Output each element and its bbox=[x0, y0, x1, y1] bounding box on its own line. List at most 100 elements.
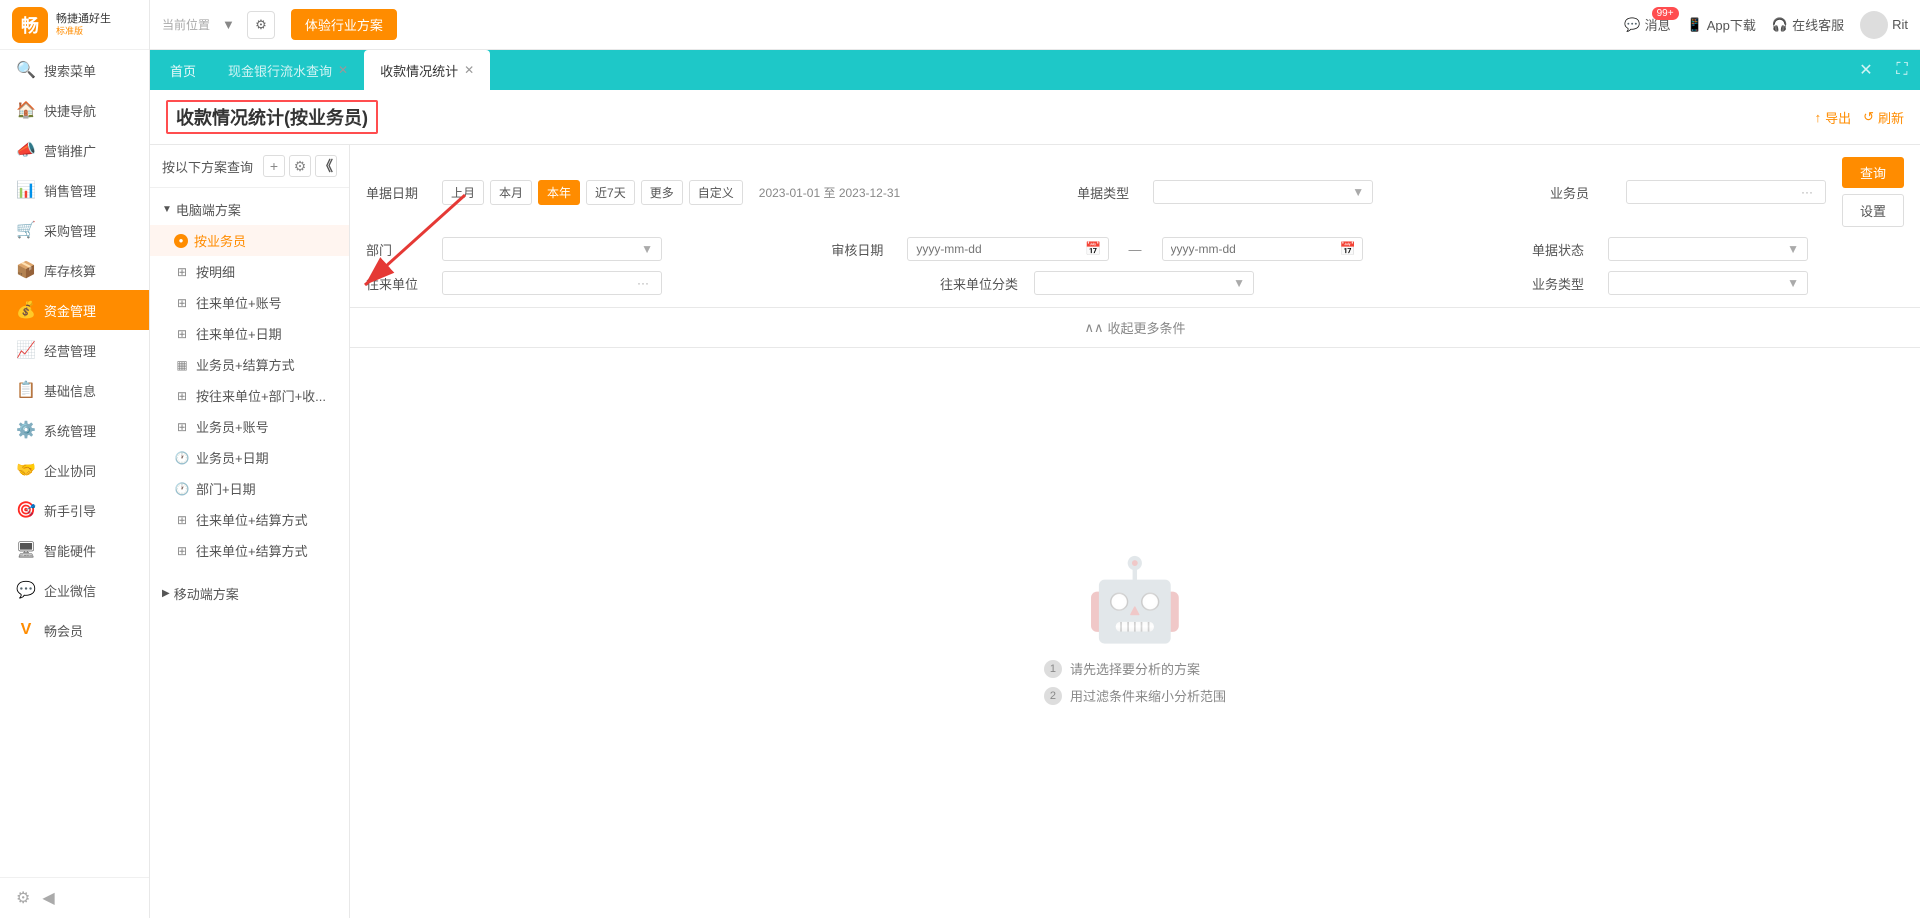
dept-label: 部门 bbox=[366, 240, 426, 259]
settings-icon[interactable]: ⚙ bbox=[16, 888, 30, 908]
left-panel-title: 按以下方案查询 bbox=[162, 157, 257, 176]
tab-receipt-stats[interactable]: 收款情况统计 ✕ bbox=[364, 50, 490, 90]
date-btn-custom[interactable]: 自定义 bbox=[689, 180, 743, 205]
sidebar-item-enterprise[interactable]: 🤝 企业协同 bbox=[0, 450, 149, 490]
collapse-icon[interactable]: ◀ bbox=[42, 888, 54, 908]
staff-select[interactable]: ··· bbox=[1626, 180, 1826, 204]
export-button[interactable]: ↑ 导出 bbox=[1815, 108, 1852, 127]
staff-more-icon[interactable]: ··· bbox=[1801, 185, 1813, 199]
sidebar-footer: ⚙ ◀ bbox=[0, 877, 149, 918]
empty-step-1: 1 请先选择要分析的方案 bbox=[1044, 659, 1226, 678]
date-btn-this-month[interactable]: 本月 bbox=[490, 180, 532, 205]
app-icon: 📱 bbox=[1687, 17, 1703, 33]
doc-status-select[interactable]: ▼ bbox=[1608, 237, 1808, 261]
step-2-number: 2 bbox=[1044, 687, 1062, 705]
date-btn-7days[interactable]: 近7天 bbox=[586, 180, 635, 205]
scheme-item-staff-date[interactable]: 🕐 业务员+日期 bbox=[150, 442, 349, 473]
tabbar-right: ✕ ⛶ bbox=[1852, 56, 1916, 84]
partner-category-select[interactable]: ▼ bbox=[1034, 271, 1254, 295]
scheme-item-by-detail[interactable]: ⊞ 按明细 bbox=[150, 256, 349, 287]
doc-status-label: 单据状态 bbox=[1532, 240, 1592, 259]
partner-more-icon[interactable]: ··· bbox=[637, 276, 649, 290]
sidebar-item-marketing[interactable]: 📣 营销推广 bbox=[0, 130, 149, 170]
sidebar-item-wechat[interactable]: 💬 企业微信 bbox=[0, 570, 149, 610]
sidebar-item-basic[interactable]: 📋 基础信息 bbox=[0, 370, 149, 410]
refresh-button[interactable]: ↺ 刷新 bbox=[1863, 108, 1904, 127]
collapse-panel-button[interactable]: 《 bbox=[315, 155, 337, 177]
date-btn-this-year[interactable]: 本年 bbox=[538, 180, 580, 205]
fullscreen-button[interactable]: ⛶ bbox=[1888, 56, 1916, 84]
wechat-icon: 💬 bbox=[16, 580, 36, 600]
main-body: 按以下方案查询 + ⚙ 《 ▼ 电脑端方案 ● 按业务员 bbox=[150, 145, 1920, 918]
sidebar-item-operations[interactable]: 📈 经营管理 bbox=[0, 330, 149, 370]
filter-actions: 查询 设置 bbox=[1842, 157, 1904, 227]
scheme-item-by-staff[interactable]: ● 按业务员 bbox=[150, 225, 349, 256]
sidebar-item-search[interactable]: 🔍 搜索菜单 bbox=[0, 50, 149, 90]
review-date-start-input[interactable]: 📅 bbox=[907, 237, 1108, 261]
sidebar-item-inventory[interactable]: 📦 库存核算 bbox=[0, 250, 149, 290]
sidebar-item-finance[interactable]: 💰 资金管理 bbox=[0, 290, 149, 330]
dept-select[interactable]: ▼ bbox=[442, 237, 662, 261]
sidebar-item-hardware[interactable]: 🖥 智能硬件 bbox=[0, 530, 149, 570]
mobile-scheme-group-header[interactable]: ▶ 移动端方案 bbox=[150, 578, 349, 609]
date-range-dash: — bbox=[1125, 242, 1146, 257]
active-scheme-icon: ● bbox=[174, 234, 188, 248]
settings-button[interactable]: 设置 bbox=[1842, 194, 1904, 227]
scheme-item-partner-account[interactable]: ⊞ 往来单位+账号 bbox=[150, 287, 349, 318]
scheme-item-staff-settle[interactable]: ▦ 业务员+结算方式 bbox=[150, 349, 349, 380]
tab-bank-flow-close[interactable]: ✕ bbox=[338, 63, 348, 77]
app-download-button[interactable]: 📱 App下载 bbox=[1687, 15, 1756, 34]
partner-date-icon: ⊞ bbox=[174, 326, 190, 342]
refresh-icon: ↺ bbox=[1863, 109, 1874, 125]
sidebar-item-system[interactable]: ⚙️ 系统管理 bbox=[0, 410, 149, 450]
partner-settle1-icon: ⊞ bbox=[174, 512, 190, 528]
hardware-icon: 🖥 bbox=[16, 540, 36, 560]
review-date-end-field[interactable] bbox=[1163, 238, 1334, 260]
review-date-end-input[interactable]: 📅 bbox=[1162, 237, 1363, 261]
scheme-item-dept-date[interactable]: 🕐 部门+日期 bbox=[150, 473, 349, 504]
scheme-item-partner-settle2[interactable]: ⊞ 往来单位+结算方式 bbox=[150, 535, 349, 566]
calendar-end-icon[interactable]: 📅 bbox=[1334, 241, 1362, 257]
chevron-right-icon: ▶ bbox=[162, 588, 170, 599]
finance-icon: 💰 bbox=[16, 300, 36, 320]
tab-home[interactable]: 首页 bbox=[154, 50, 212, 90]
app-logo-icon: 畅 bbox=[12, 7, 48, 43]
scheme-item-partner-date[interactable]: ⊞ 往来单位+日期 bbox=[150, 318, 349, 349]
online-service-button[interactable]: 🎧 在线客服 bbox=[1772, 15, 1844, 34]
sidebar-item-sales[interactable]: 📊 销售管理 bbox=[0, 170, 149, 210]
close-window-button[interactable]: ✕ bbox=[1852, 56, 1880, 84]
export-icon: ↑ bbox=[1815, 110, 1822, 125]
scheme-settings-button[interactable]: ⚙ bbox=[289, 155, 311, 177]
scheme-item-partner-dept[interactable]: ⊞ 按往来单位+部门+收... bbox=[150, 380, 349, 411]
message-button[interactable]: 💬 消息 99+ bbox=[1624, 15, 1670, 34]
desktop-scheme-group-header[interactable]: ▼ 电脑端方案 bbox=[150, 194, 349, 225]
service-icon: 🎧 bbox=[1772, 17, 1788, 33]
add-scheme-button[interactable]: + bbox=[263, 155, 285, 177]
user-area[interactable]: Rit bbox=[1860, 11, 1908, 39]
topbar-gear-button[interactable]: ⚙ bbox=[247, 11, 275, 39]
calendar-start-icon[interactable]: 📅 bbox=[1079, 241, 1107, 257]
sidebar-item-quick-nav[interactable]: 🏠 快捷导航 bbox=[0, 90, 149, 130]
review-date-start-field[interactable] bbox=[908, 238, 1079, 260]
doc-type-select[interactable]: ▼ bbox=[1153, 180, 1373, 204]
partner-select[interactable]: ··· bbox=[442, 271, 662, 295]
scheme-item-partner-settle1[interactable]: ⊞ 往来单位+结算方式 bbox=[150, 504, 349, 535]
sidebar-item-guide[interactable]: 🎯 新手引导 bbox=[0, 490, 149, 530]
search-icon: 🔍 bbox=[16, 60, 36, 80]
tab-receipt-stats-close[interactable]: ✕ bbox=[464, 63, 474, 77]
date-btn-last-month[interactable]: 上月 bbox=[442, 180, 484, 205]
business-type-select[interactable]: ▼ bbox=[1608, 271, 1808, 295]
query-button[interactable]: 查询 bbox=[1842, 157, 1904, 188]
enterprise-icon: 🤝 bbox=[16, 460, 36, 480]
sidebar-item-purchase[interactable]: 🛒 采购管理 bbox=[0, 210, 149, 250]
solution-button[interactable]: 体验行业方案 bbox=[291, 9, 397, 40]
date-btn-more[interactable]: 更多 bbox=[641, 180, 683, 205]
tab-bank-flow[interactable]: 现金银行流水查询 ✕ bbox=[212, 50, 364, 90]
desktop-scheme-group: ▼ 电脑端方案 ● 按业务员 ⊞ 按明细 ⊞ 往来单位+账号 bbox=[150, 188, 349, 572]
collapse-more-conditions-button[interactable]: ∧∧ 收起更多条件 bbox=[350, 308, 1920, 348]
breadcrumb-dropdown-icon[interactable]: ▼ bbox=[222, 17, 235, 32]
sidebar-item-member[interactable]: V 畅会员 bbox=[0, 610, 149, 650]
user-name: Rit bbox=[1892, 17, 1908, 32]
user-avatar bbox=[1860, 11, 1888, 39]
scheme-item-staff-account[interactable]: ⊞ 业务员+账号 bbox=[150, 411, 349, 442]
